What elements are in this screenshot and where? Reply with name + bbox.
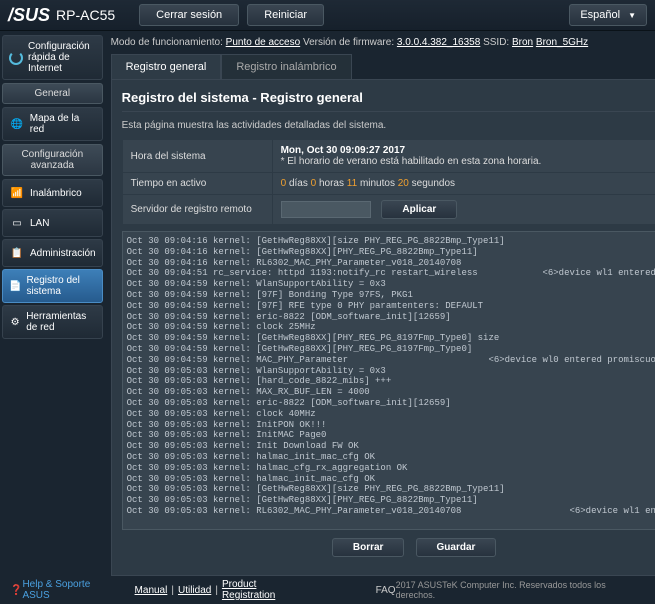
label-remote-log: Servidor de registro remoto [122, 195, 272, 225]
dst-note: * El horario de verano está habilitado e… [281, 156, 542, 167]
logout-button[interactable]: Cerrar sesión [139, 4, 239, 26]
system-time-value: Mon, Oct 30 09:09:27 2017 [281, 145, 406, 156]
footer: ❓ Help & Soporte ASUS Manual | Utilidad … [0, 576, 655, 604]
apply-button[interactable]: Aplicar [381, 200, 457, 219]
nav-group-general: General [2, 83, 103, 104]
map-icon: 🌐 [9, 116, 25, 132]
nav-lan[interactable]: ▭ LAN [2, 209, 103, 237]
gear-icon: ⚙ [9, 314, 21, 330]
utility-link[interactable]: Utilidad [178, 585, 211, 596]
info-table: Hora del sistema Mon, Oct 30 09:09:27 20… [122, 139, 655, 225]
save-button[interactable]: Guardar [416, 538, 497, 557]
language-dropdown[interactable]: Español [569, 4, 647, 26]
globe-icon [9, 50, 23, 66]
brand-logo: /SUS [8, 5, 50, 26]
sidebar: Configuración rápida de Internet General… [0, 31, 105, 576]
panel-desc: Esta página muestra las actividades deta… [122, 120, 655, 131]
nav-group-advanced: Configuración avanzada [2, 144, 103, 176]
nav-admin[interactable]: 📋 Administración [2, 239, 103, 267]
panel-title: Registro del sistema - Registro general [122, 90, 655, 112]
copyright: 2017 ASUSTeK Computer Inc. Reservados to… [396, 580, 645, 600]
label-system-time: Hora del sistema [122, 140, 272, 173]
label-uptime: Tiempo en activo [122, 173, 272, 195]
admin-icon: 📋 [9, 245, 25, 261]
manual-link[interactable]: Manual [135, 585, 168, 596]
firmware-link[interactable]: 3.0.0.4.382_16358 [397, 37, 480, 48]
nav-quick-setup[interactable]: Configuración rápida de Internet [2, 35, 103, 80]
log-panel: Registro del sistema - Registro general … [111, 80, 655, 576]
main-content: Modo de funcionamiento: Punto de acceso … [105, 31, 655, 576]
tab-wireless-log[interactable]: Registro inalámbrico [221, 54, 351, 79]
tab-general-log[interactable]: Registro general [111, 54, 222, 79]
model-name: RP-AC55 [56, 7, 115, 23]
uptime-value: 0 días 0 horas 11 minutos 20 segundos [272, 173, 655, 195]
clear-button[interactable]: Borrar [332, 538, 405, 557]
help-link[interactable]: ❓ Help & Soporte ASUS [10, 579, 119, 601]
nav-system-log[interactable]: 📄 Registro del sistema [2, 269, 103, 303]
ssid1-link[interactable]: Bron [512, 37, 533, 48]
reboot-button[interactable]: Reiniciar [247, 4, 324, 26]
nav-network-map[interactable]: 🌐 Mapa de la red [2, 107, 103, 141]
wifi-icon: 📶 [9, 185, 25, 201]
info-bar: Modo de funcionamiento: Punto de acceso … [111, 35, 655, 54]
nav-wireless[interactable]: 📶 Inalámbrico [2, 179, 103, 207]
ssid2-link[interactable]: Bron_5GHz [536, 37, 588, 48]
lan-icon: ▭ [9, 215, 25, 231]
product-reg-link[interactable]: Product Registration [222, 579, 312, 601]
faq-link[interactable]: FAQ [376, 585, 396, 596]
log-icon: 📄 [9, 278, 21, 294]
header: /SUS RP-AC55 Cerrar sesión Reiniciar Esp… [0, 0, 655, 31]
remote-log-input[interactable] [281, 201, 371, 218]
nav-network-tools[interactable]: ⚙ Herramientas de red [2, 305, 103, 339]
op-mode-link[interactable]: Punto de acceso [226, 37, 301, 48]
tabs: Registro general Registro inalámbrico [111, 54, 655, 80]
log-textarea[interactable]: Oct 30 09:04:16 kernel: [GetHwReg88XX][s… [122, 231, 655, 530]
